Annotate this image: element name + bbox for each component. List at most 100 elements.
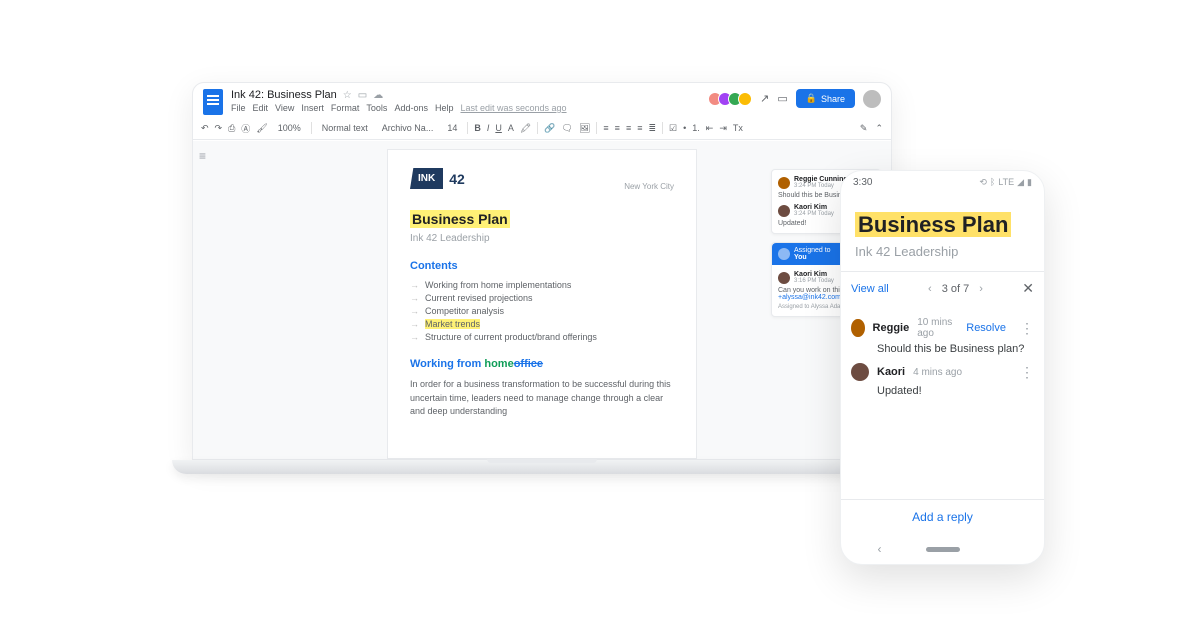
presence-avatar[interactable]	[738, 92, 752, 106]
account-avatar[interactable]	[863, 90, 881, 108]
chevron-left-icon[interactable]: ‹	[928, 283, 932, 295]
toolbar-separator	[662, 122, 663, 134]
more-icon[interactable]: ⋮	[1020, 364, 1034, 381]
toc-item[interactable]: →Structure of current product/brand offe…	[410, 332, 674, 342]
move-icon[interactable]: ▭	[358, 90, 367, 101]
toolbar-separator	[537, 122, 538, 134]
align-justify-icon[interactable]: ≡	[637, 123, 642, 133]
star-icon[interactable]: ☆	[343, 90, 352, 101]
more-icon[interactable]: ⋮	[1020, 320, 1034, 337]
comment-pager: ‹ 3 of 7 ›	[928, 283, 983, 295]
toc-item[interactable]: →Market trends	[410, 319, 674, 329]
section-heading[interactable]: Working from homeoffice	[410, 358, 674, 370]
toolbar: ↶ ↷ ⎙ Ⓐ 🖌 100% Normal text Archivo Na...…	[193, 117, 891, 140]
add-comment-icon[interactable]: 🗨	[562, 123, 573, 134]
spellcheck-icon[interactable]: Ⓐ	[241, 122, 250, 135]
thread-author: Reggie	[873, 322, 910, 334]
view-all-link[interactable]: View all	[851, 283, 889, 295]
highlight-icon[interactable]: 🖍	[520, 123, 531, 134]
arrow-icon: →	[410, 293, 419, 303]
expand-icon[interactable]: ⌃	[875, 123, 883, 134]
zoom-select[interactable]: 100%	[274, 121, 305, 135]
share-button[interactable]: 🔒 Share	[796, 89, 855, 108]
align-left-icon[interactable]: ≡	[603, 123, 608, 133]
avatar	[778, 248, 790, 260]
bt-icon: ᛒ	[990, 177, 995, 188]
menu-format[interactable]: Format	[331, 103, 360, 113]
phone-title[interactable]: Business Plan	[855, 212, 1011, 237]
checklist-icon[interactable]: ☑	[669, 123, 677, 134]
comments-icon[interactable]: ▭	[777, 92, 787, 105]
toc-item[interactable]: →Competitor analysis	[410, 306, 674, 316]
avatar	[778, 272, 790, 284]
menubar: File Edit View Insert Format Tools Add-o…	[231, 103, 567, 113]
phone-document[interactable]: Business Plan Ink 42 Leadership	[841, 190, 1044, 271]
menu-edit[interactable]: Edit	[253, 103, 269, 113]
presence-avatars[interactable]	[708, 92, 752, 106]
editing-mode-icon[interactable]: ✎	[860, 123, 868, 134]
close-icon[interactable]: ✕	[1022, 280, 1034, 297]
outline-toggle-icon[interactable]: ≡	[199, 149, 215, 165]
link-icon[interactable]: 🔗	[544, 123, 555, 134]
thread-row: Reggie 10 mins ago Resolve ⋮	[851, 317, 1034, 339]
resolve-link[interactable]: Resolve	[966, 322, 1006, 334]
align-center-icon[interactable]: ≡	[615, 123, 620, 133]
text-color-icon[interactable]: A	[508, 123, 514, 133]
document-page[interactable]: New York City INK 42 Business Plan Ink 4…	[387, 149, 697, 459]
bulleted-list-icon[interactable]: •	[683, 123, 686, 133]
paint-format-icon[interactable]: 🖌	[256, 123, 267, 134]
toc-item[interactable]: →Working from home implementations	[410, 280, 674, 290]
phone-navbar: ‹ ‹	[841, 534, 1044, 564]
numbered-list-icon[interactable]: 1.	[692, 123, 700, 133]
menu-insert[interactable]: Insert	[301, 103, 324, 113]
page-locale: New York City	[624, 182, 674, 191]
indent-increase-icon[interactable]: ⇥	[719, 123, 727, 134]
style-select[interactable]: Normal text	[318, 121, 372, 135]
indent-decrease-icon[interactable]: ⇤	[706, 123, 714, 134]
clear-format-icon[interactable]: Tx	[733, 123, 743, 133]
document-title[interactable]: Ink 42: Business Plan	[231, 89, 337, 101]
redo-icon[interactable]: ↷	[215, 123, 223, 134]
section-strike: office	[514, 358, 543, 370]
doc-subheading[interactable]: Ink 42 Leadership	[410, 233, 674, 244]
doc-heading[interactable]: Business Plan	[410, 210, 510, 228]
history-icon[interactable]: ↗	[760, 92, 769, 105]
section-insert: home	[484, 358, 513, 370]
toc-item[interactable]: →Current revised projections	[410, 293, 674, 303]
underline-icon[interactable]: U	[495, 123, 502, 133]
cast-icon: ⟲	[979, 177, 987, 188]
back-icon[interactable]: ‹	[878, 542, 882, 556]
image-icon[interactable]: 🖼	[579, 123, 590, 134]
avatar	[778, 205, 790, 217]
bold-icon[interactable]: B	[474, 123, 481, 133]
align-right-icon[interactable]: ≡	[626, 123, 631, 133]
line-spacing-icon[interactable]: ≣	[648, 123, 656, 134]
docs-titlebar: Ink 42: Business Plan ☆ ▭ ☁ File Edit Vi…	[193, 83, 891, 117]
chevron-right-icon[interactable]: ›	[979, 283, 983, 295]
menu-addons[interactable]: Add-ons	[394, 103, 428, 113]
size-select[interactable]: 14	[443, 121, 461, 135]
comment-author: Kaori Kim	[794, 204, 834, 211]
menu-help[interactable]: Help	[435, 103, 454, 113]
thread-row: Kaori 4 mins ago ⋮	[851, 363, 1034, 381]
italic-icon[interactable]: I	[487, 123, 490, 133]
menu-file[interactable]: File	[231, 103, 246, 113]
arrow-icon: →	[410, 280, 419, 290]
last-edit-link[interactable]: Last edit was seconds ago	[460, 103, 566, 113]
thread-time: 4 mins ago	[913, 367, 962, 378]
home-pill-icon[interactable]	[926, 547, 960, 552]
print-icon[interactable]: ⎙	[228, 123, 235, 134]
contents-heading[interactable]: Contents	[410, 260, 674, 272]
docs-logo-icon[interactable]	[203, 89, 223, 115]
share-label: Share	[821, 94, 845, 104]
phone-subtitle[interactable]: Ink 42 Leadership	[855, 244, 1030, 259]
font-select[interactable]: Archivo Na...	[378, 121, 438, 135]
add-reply-button[interactable]: Add a reply	[841, 499, 1044, 534]
undo-icon[interactable]: ↶	[201, 123, 209, 134]
avatar	[851, 363, 869, 381]
menu-tools[interactable]: Tools	[366, 103, 387, 113]
arrow-icon: →	[410, 319, 419, 329]
body-paragraph[interactable]: In order for a business transformation t…	[410, 378, 674, 419]
menu-view[interactable]: View	[275, 103, 294, 113]
cloud-status-icon[interactable]: ☁	[373, 90, 383, 101]
